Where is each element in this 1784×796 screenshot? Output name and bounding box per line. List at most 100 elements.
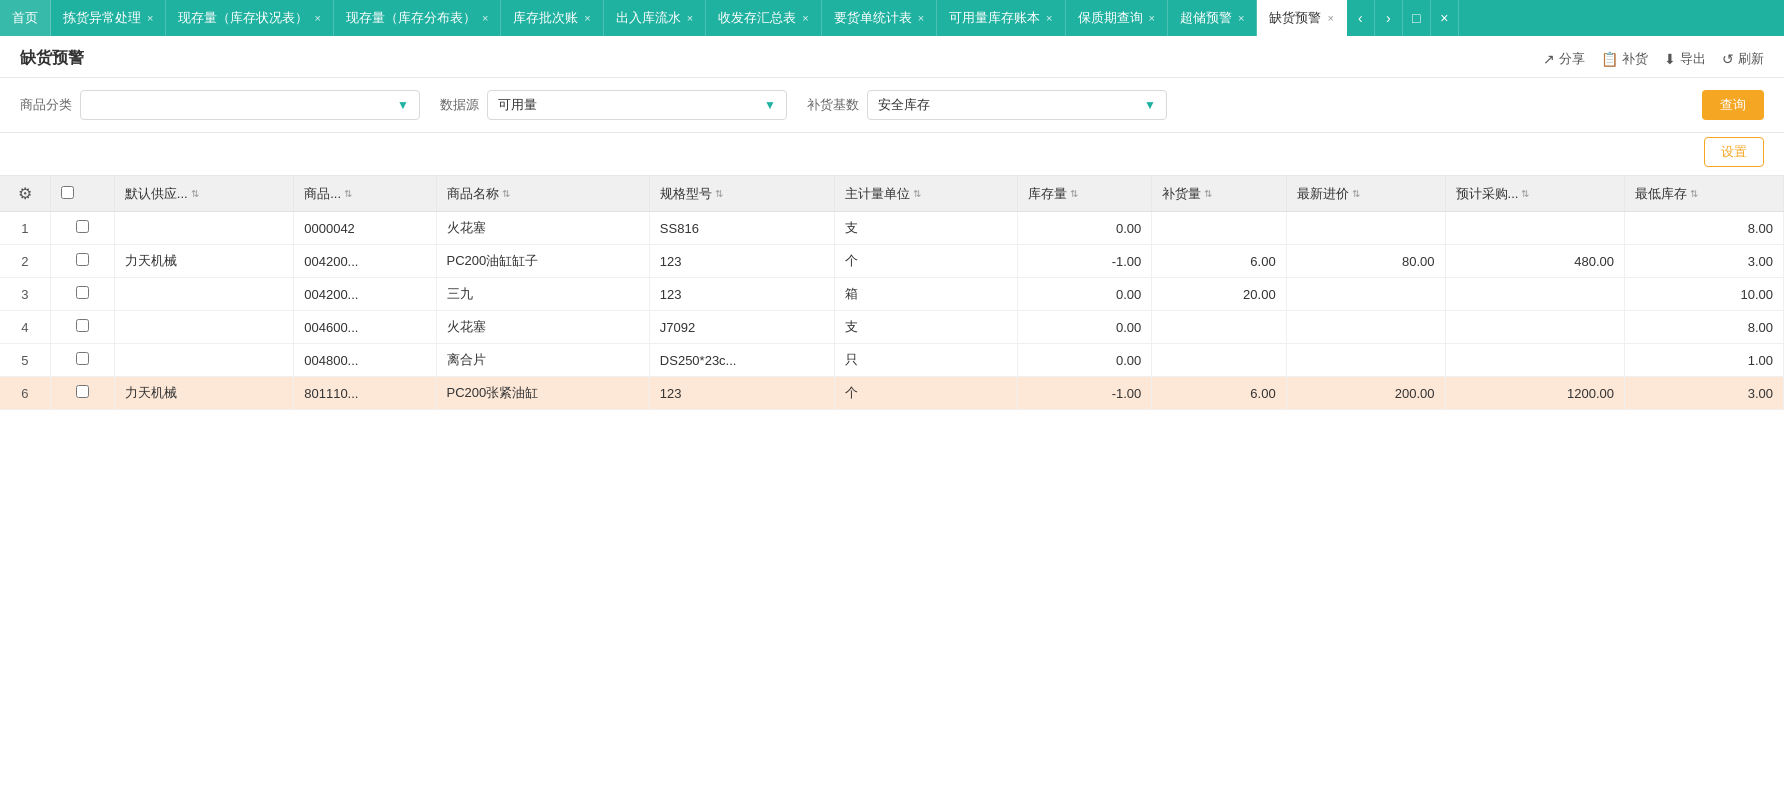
row-checkbox[interactable] [76, 220, 89, 233]
query-button[interactable]: 查询 [1702, 90, 1764, 120]
replenish-filter-group: 补货基数 安全库存 ▼ [807, 90, 1167, 120]
tab-order-stats[interactable]: 要货单统计表 × [822, 0, 937, 36]
refresh-icon: ↺ [1722, 51, 1734, 67]
th-stock-sort[interactable]: 库存量 ⇅ [1028, 185, 1078, 203]
th-product-name-sort[interactable]: 商品名称 ⇅ [447, 185, 510, 203]
row-checkbox[interactable] [76, 352, 89, 365]
replenish-icon: 📋 [1601, 51, 1618, 67]
replenish-value: 安全库存 [878, 96, 930, 114]
tab-close-expiry[interactable]: × [1149, 12, 1155, 24]
replenish-sort-icon: ⇅ [1204, 188, 1212, 199]
tab-close-shortage[interactable]: × [1327, 12, 1333, 24]
row-product-code: 004200... [294, 278, 436, 311]
row-latest-price [1286, 212, 1445, 245]
main-content: 缺货预警 ↗ 分享 📋 补货 ⬇ 导出 ↺ 刷新 商品分类 [0, 36, 1784, 796]
table-container: ⚙ 默认供应... ⇅ 商品... ⇅ [0, 176, 1784, 410]
row-est-purchase [1445, 344, 1624, 377]
datasource-select[interactable]: 可用量 ▼ [487, 90, 787, 120]
tab-prev-btn[interactable]: ‹ [1347, 0, 1375, 36]
th-supplier: 默认供应... ⇅ [114, 176, 293, 212]
th-est-purchase-sort[interactable]: 预计采购... ⇅ [1456, 185, 1530, 203]
row-latest-price: 80.00 [1286, 245, 1445, 278]
stock-sort-icon: ⇅ [1070, 188, 1078, 199]
tab-close-summary[interactable]: × [802, 12, 808, 24]
replenish-button[interactable]: 📋 补货 [1601, 50, 1648, 68]
row-replenish: 6.00 [1152, 377, 1286, 410]
row-product-code: 004800... [294, 344, 436, 377]
table-row: 6 力天机械 801110... PC200张紧油缸 123 个 -1.00 6… [0, 377, 1784, 410]
row-unit: 个 [834, 245, 1018, 278]
tab-close-flow[interactable]: × [687, 12, 693, 24]
tab-flow[interactable]: 出入库流水 × [604, 0, 706, 36]
select-all-checkbox[interactable] [61, 186, 74, 199]
tab-close-stock-dist[interactable]: × [482, 12, 488, 24]
tab-stock-status[interactable]: 现存量（库存状况表） × [166, 0, 333, 36]
tab-batch[interactable]: 库存批次账 × [501, 0, 603, 36]
row-supplier [114, 344, 293, 377]
datasource-filter-group: 数据源 可用量 ▼ [440, 90, 787, 120]
tab-home[interactable]: 首页 [0, 0, 51, 36]
tab-summary[interactable]: 收发存汇总表 × [706, 0, 821, 36]
supplier-sort-icon: ⇅ [191, 188, 199, 199]
row-checkbox[interactable] [76, 319, 89, 332]
table-row: 1 0000042 火花塞 SS816 支 0.00 8.00 [0, 212, 1784, 245]
tab-overstock[interactable]: 超储预警 × [1168, 0, 1257, 36]
tab-close-abnormal[interactable]: × [147, 12, 153, 24]
row-index: 1 [0, 212, 50, 245]
th-unit: 主计量单位 ⇅ [834, 176, 1018, 212]
row-checkbox[interactable] [76, 286, 89, 299]
column-settings-icon[interactable]: ⚙ [18, 185, 32, 202]
th-checkbox [50, 176, 114, 212]
th-min-stock-sort[interactable]: 最低库存 ⇅ [1635, 185, 1698, 203]
tab-close-available[interactable]: × [1046, 12, 1052, 24]
row-est-purchase: 1200.00 [1445, 377, 1624, 410]
product-code-sort-icon: ⇅ [344, 188, 352, 199]
row-checkbox-cell [50, 278, 114, 311]
th-product-code-sort[interactable]: 商品... ⇅ [304, 185, 352, 203]
row-stock: 0.00 [1018, 278, 1152, 311]
tab-next-btn[interactable]: › [1375, 0, 1403, 36]
refresh-button[interactable]: ↺ 刷新 [1722, 50, 1764, 68]
tab-close-stock-status[interactable]: × [314, 12, 320, 24]
tab-close-batch[interactable]: × [584, 12, 590, 24]
category-select[interactable]: ▼ [80, 90, 420, 120]
tab-close-overstock[interactable]: × [1238, 12, 1244, 24]
datasource-arrow-icon: ▼ [764, 98, 776, 112]
tab-close-order-stats[interactable]: × [918, 12, 924, 24]
th-replenish-sort[interactable]: 补货量 ⇅ [1162, 185, 1212, 203]
product-name-sort-icon: ⇅ [502, 188, 510, 199]
tab-window-btn[interactable]: □ [1403, 0, 1431, 36]
th-supplier-sort[interactable]: 默认供应... ⇅ [125, 185, 199, 203]
replenish-label: 补货基数 [807, 96, 859, 114]
share-icon: ↗ [1543, 51, 1555, 67]
share-button[interactable]: ↗ 分享 [1543, 50, 1585, 68]
latest-price-sort-icon: ⇅ [1352, 188, 1360, 199]
row-spec: 123 [649, 377, 834, 410]
min-stock-sort-icon: ⇅ [1690, 188, 1698, 199]
tab-close-all-btn[interactable]: × [1431, 0, 1459, 36]
row-index: 4 [0, 311, 50, 344]
th-latest-price-sort[interactable]: 最新进价 ⇅ [1297, 185, 1360, 203]
th-spec-sort[interactable]: 规格型号 ⇅ [660, 185, 723, 203]
row-replenish [1152, 311, 1286, 344]
category-label: 商品分类 [20, 96, 72, 114]
tab-stock-dist[interactable]: 现存量（库存分布表） × [334, 0, 501, 36]
export-button[interactable]: ⬇ 导出 [1664, 50, 1706, 68]
tab-shortage[interactable]: 缺货预警 × [1257, 0, 1346, 36]
settings-button[interactable]: 设置 [1704, 137, 1764, 167]
row-spec: SS816 [649, 212, 834, 245]
row-product-code: 004200... [294, 245, 436, 278]
th-unit-sort[interactable]: 主计量单位 ⇅ [845, 185, 921, 203]
tab-available[interactable]: 可用量库存账本 × [937, 0, 1065, 36]
replenish-select[interactable]: 安全库存 ▼ [867, 90, 1167, 120]
header-actions: ↗ 分享 📋 补货 ⬇ 导出 ↺ 刷新 [1543, 50, 1764, 68]
row-supplier [114, 212, 293, 245]
row-checkbox[interactable] [76, 253, 89, 266]
tab-abnormal[interactable]: 拣货异常处理 × [51, 0, 166, 36]
row-checkbox[interactable] [76, 385, 89, 398]
table-row: 3 004200... 三九 123 箱 0.00 20.00 10.00 [0, 278, 1784, 311]
row-unit: 支 [834, 212, 1018, 245]
tab-expiry[interactable]: 保质期查询 × [1066, 0, 1168, 36]
row-index: 6 [0, 377, 50, 410]
row-product-name: PC200张紧油缸 [436, 377, 649, 410]
